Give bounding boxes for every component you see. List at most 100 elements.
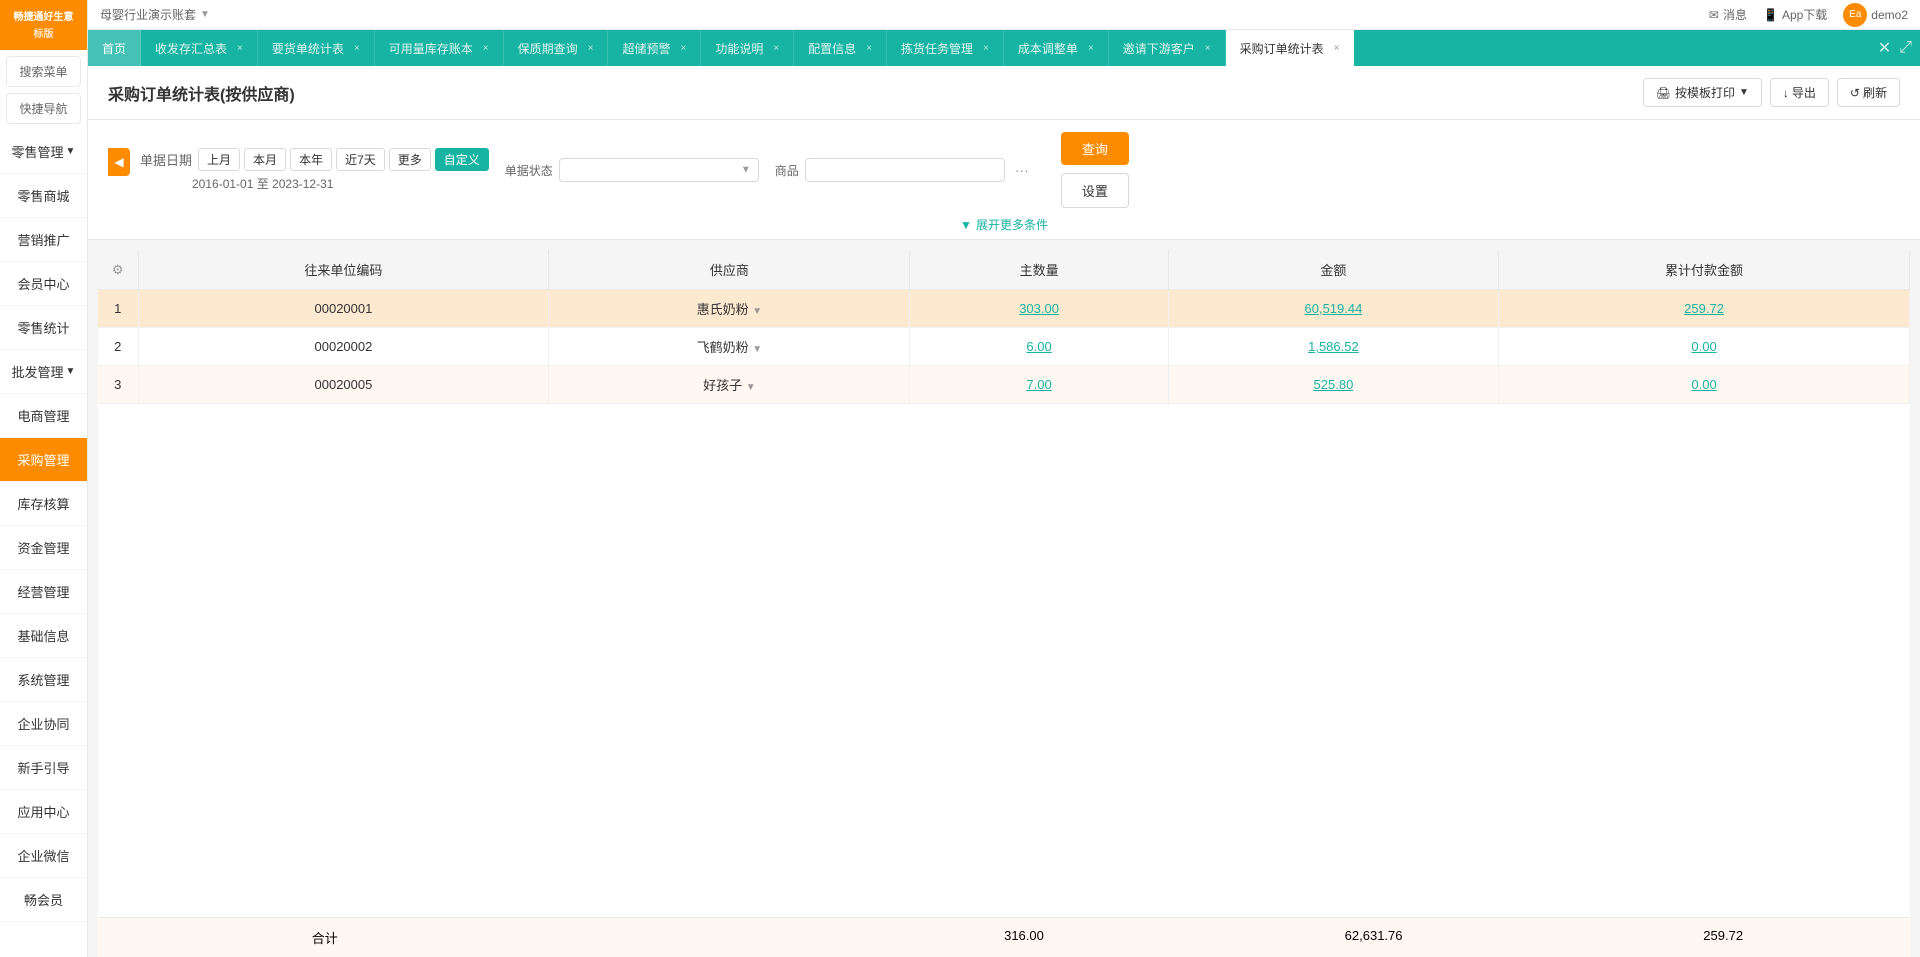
collapse-arrow-icon: ◀ [114,155,123,169]
sidebar-item-15[interactable]: 应用中心 [0,790,87,834]
filter-expand: ▼ 展开更多条件 [108,216,1900,233]
amount-link[interactable]: 525.80 [1314,377,1354,392]
close-all-tabs-btn[interactable]: ✕ [1878,38,1891,58]
sidebar-item-0[interactable]: 零售管理▼ [0,130,87,174]
date-custom-btn[interactable]: 自定义 [435,148,489,171]
nav-tab-close-icon-11[interactable]: × [1334,43,1340,54]
expand-filter-btn[interactable]: ▼ 展开更多条件 [960,216,1048,233]
nav-tab-10[interactable]: 邀请下游客户× [1109,30,1226,66]
paid-link[interactable]: 0.00 [1691,377,1716,392]
template-print-btn[interactable]: 🖨 按模板打印 ▼ [1643,78,1762,107]
amount-link[interactable]: 60,519.44 [1305,301,1363,316]
nav-tab-close-icon-1[interactable]: × [237,43,243,54]
cell-paid[interactable]: 0.00 [1499,328,1910,366]
nav-tab-label-7: 配置信息 [808,40,856,57]
cell-amount[interactable]: 1,586.52 [1168,328,1498,366]
column-settings-icon[interactable]: ⚙ [112,262,124,277]
cell-qty[interactable]: 7.00 [910,366,1168,404]
sidebar-item-4[interactable]: 零售统计 [0,306,87,350]
cell-paid[interactable]: 0.00 [1499,366,1910,404]
sidebar-item-8[interactable]: 库存核算 [0,482,87,526]
status-select-wrap [559,158,759,182]
cell-paid[interactable]: 259.72 [1499,290,1910,328]
maximize-btn[interactable]: ⤢ [1899,39,1912,57]
message-btn[interactable]: ✉ 消息 [1709,6,1747,23]
nav-tab-7[interactable]: 配置信息 × [794,30,887,66]
sidebar-item-2[interactable]: 营销推广 [0,218,87,262]
cell-qty[interactable]: 6.00 [910,328,1168,366]
nav-tab-close-icon-2[interactable]: × [354,43,360,54]
nav-tab-9[interactable]: 成本调整单× [1004,30,1109,66]
date-range-display: 2016-01-01 至 2023-12-31 [192,175,489,192]
workspace-dropdown[interactable]: 母婴行业演示账套 ▼ [100,6,210,23]
filter-section: ◀ 单据日期 上月 本月 本年 近7天 更多 自定义 [88,120,1920,240]
sidebar-item-6[interactable]: 电商管理 [0,394,87,438]
export-label: 导出 [1792,86,1816,100]
nav-tab-close-icon-5[interactable]: × [680,43,686,54]
nav-tab-2[interactable]: 要货单统计表× [258,30,375,66]
nav-tab-6[interactable]: 功能说明× [701,30,794,66]
sidebar-item-16[interactable]: 企业微信 [0,834,87,878]
sidebar-item-3[interactable]: 会员中心 [0,262,87,306]
nav-tab-close-icon-7[interactable]: × [866,43,872,54]
sidebar-item-17[interactable]: 畅会员 [0,878,87,922]
cell-supplier: 惠氏奶粉 ▼ [549,290,910,328]
qty-link[interactable]: 303.00 [1019,301,1059,316]
app-download-btn[interactable]: 📱 App下载 [1763,6,1827,23]
sidebar-item-9[interactable]: 资金管理 [0,526,87,570]
nav-tab-close-icon-3[interactable]: × [483,43,489,54]
sidebar-item-14[interactable]: 新手引导 [0,746,87,790]
nav-tab-11[interactable]: 采购订单统计表× [1226,30,1355,66]
settings-btn[interactable]: 设置 [1061,173,1129,208]
sidebar-item-11[interactable]: 基础信息 [0,614,87,658]
query-btn[interactable]: 查询 [1061,132,1129,165]
goods-more-btn[interactable]: ··· [1015,162,1029,178]
date-this-month-btn[interactable]: 本月 [244,148,286,171]
nav-tab-3[interactable]: 可用量库存账本× [375,30,504,66]
nav-tab-close-icon-10[interactable]: × [1205,43,1211,54]
date-filter: 单据日期 上月 本月 本年 近7天 更多 自定义 2016-01-01 至 20… [140,148,489,192]
nav-tab-4[interactable]: 保质期查询× [504,30,609,66]
nav-tab-5[interactable]: 超储预警× [608,30,701,66]
user-menu[interactable]: Ea demo2 [1843,3,1908,27]
goods-input[interactable] [805,158,1005,182]
date-quick-btns: 上月 本月 本年 近7天 更多 自定义 [198,148,489,171]
nav-tab-close-icon-4[interactable]: × [588,43,594,54]
sidebar-item-10[interactable]: 经营管理 [0,570,87,614]
quick-nav-wrap: 快捷导航 [0,93,87,130]
footer-label: 合计 [150,928,500,947]
nav-tab-close-icon-8[interactable]: × [983,43,989,54]
date-last-month-btn[interactable]: 上月 [198,148,240,171]
nav-tab-1[interactable]: 收发存汇总表× [141,30,258,66]
nav-tab-8[interactable]: 拣货任务管理× [887,30,1004,66]
date-more-btn[interactable]: 更多 [389,148,431,171]
sidebar-item-1[interactable]: 零售商城 [0,174,87,218]
sidebar-item-13[interactable]: 企业协同 [0,702,87,746]
quick-nav-button[interactable]: 快捷导航 [6,93,81,124]
nav-tab-0[interactable]: 首页 [88,30,141,66]
table-row[interactable]: 300020005好孩子 ▼7.00525.800.00 [98,366,1910,404]
cell-amount[interactable]: 525.80 [1168,366,1498,404]
table-row[interactable]: 100020001惠氏奶粉 ▼303.0060,519.44259.72 [98,290,1910,328]
status-select[interactable] [559,158,759,182]
cell-qty[interactable]: 303.00 [910,290,1168,328]
table-row[interactable]: 200020002飞鹤奶粉 ▼6.001,586.520.00 [98,328,1910,366]
nav-tab-close-icon-9[interactable]: × [1088,43,1094,54]
export-btn[interactable]: ↓导出 [1770,78,1829,107]
search-menu-button[interactable]: 搜索菜单 [6,56,81,87]
refresh-btn[interactable]: ↺刷新 [1837,78,1900,107]
sidebar-item-5[interactable]: 批发管理▼ [0,350,87,394]
cell-amount[interactable]: 60,519.44 [1168,290,1498,328]
qty-link[interactable]: 6.00 [1026,339,1051,354]
sidebar-item-7[interactable]: 采购管理 [0,438,87,482]
date-7days-btn[interactable]: 近7天 [336,148,385,171]
amount-link[interactable]: 1,586.52 [1308,339,1359,354]
paid-link[interactable]: 0.00 [1691,339,1716,354]
sidebar-item-12[interactable]: 系统管理 [0,658,87,702]
collapse-filter-btn[interactable]: ◀ [108,148,130,176]
qty-link[interactable]: 7.00 [1026,377,1051,392]
nav-tab-close-icon-6[interactable]: × [773,43,779,54]
date-this-year-btn[interactable]: 本年 [290,148,332,171]
data-table: ⚙ 往来单位编码 供应商 主数量 金额 累计付款金额 100020001惠氏奶粉… [98,250,1910,404]
paid-link[interactable]: 259.72 [1684,301,1724,316]
